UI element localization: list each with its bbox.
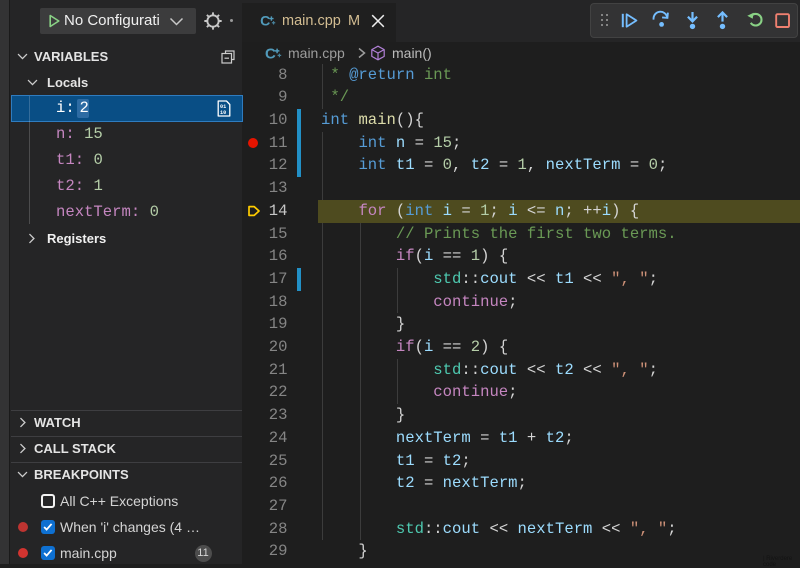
svg-text:C: C xyxy=(265,46,276,63)
svg-text:C: C xyxy=(260,13,270,29)
svg-text:10: 10 xyxy=(220,109,226,115)
